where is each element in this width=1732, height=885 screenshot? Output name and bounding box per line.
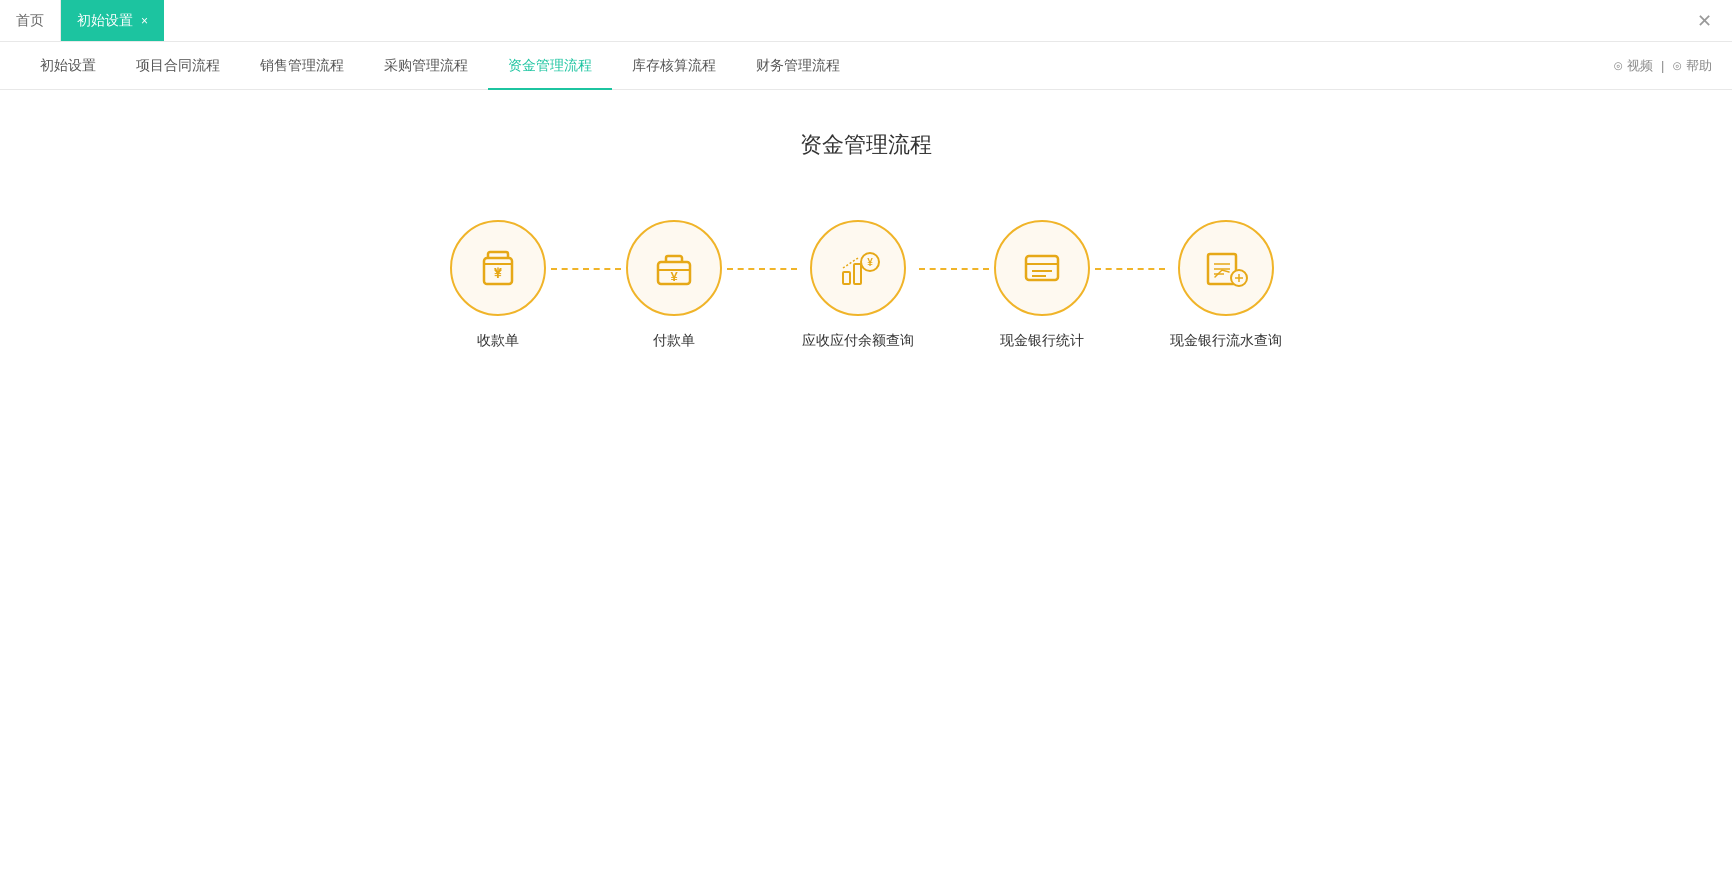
nav-right-actions: ⊙ 视频 | ⊙ 帮助 (1613, 57, 1712, 75)
connector-line-4 (1095, 268, 1165, 270)
balance-label: 应收应付余额查询 (802, 332, 914, 350)
connector-4 (1090, 268, 1170, 302)
home-tab[interactable]: 首页 (0, 0, 61, 41)
close-tab-icon[interactable]: × (141, 14, 148, 28)
cashbank-icon-circle (994, 220, 1090, 316)
help-link[interactable]: ⊙ 帮助 (1672, 57, 1712, 75)
cashbank-icon (1018, 244, 1066, 292)
receipt-icon-circle: ¥ (450, 220, 546, 316)
connector-3 (914, 268, 994, 302)
connector-2 (722, 268, 802, 302)
receipt-icon: ¥ (474, 244, 522, 292)
nav-item-capital[interactable]: 资金管理流程 (488, 42, 612, 90)
connector-line-1 (551, 268, 621, 270)
flow-item-payment[interactable]: ¥ 付款单 (626, 220, 722, 350)
svg-rect-6 (843, 272, 850, 284)
svg-text:¥: ¥ (867, 257, 873, 268)
statement-label: 现金银行流水查询 (1170, 332, 1282, 350)
svg-rect-7 (854, 264, 861, 284)
main-content: 资金管理流程 ¥ 收款单 (0, 90, 1732, 390)
nav-item-initial[interactable]: 初始设置 (20, 42, 116, 90)
flow-item-balance[interactable]: ¥ 应收应付余额查询 (802, 220, 914, 350)
receipt-label: 收款单 (477, 332, 519, 350)
payment-label: 付款单 (653, 332, 695, 350)
nav-bar: 初始设置 项目合同流程 销售管理流程 采购管理流程 资金管理流程 库存核算流程 … (0, 42, 1732, 90)
flow-item-cashbank[interactable]: 现金银行统计 (994, 220, 1090, 350)
video-link[interactable]: ⊙ 视频 (1613, 57, 1653, 75)
payment-icon-circle: ¥ (626, 220, 722, 316)
flow-item-receipt[interactable]: ¥ 收款单 (450, 220, 546, 350)
nav-item-project[interactable]: 项目合同流程 (116, 42, 240, 90)
cashbank-label: 现金银行统计 (1000, 332, 1084, 350)
nav-item-inventory[interactable]: 库存核算流程 (612, 42, 736, 90)
connector-1 (546, 268, 626, 302)
statement-icon (1202, 244, 1250, 292)
statement-icon-circle (1178, 220, 1274, 316)
balance-icon-circle: ¥ (810, 220, 906, 316)
connector-line-2 (727, 268, 797, 270)
nav-item-finance[interactable]: 财务管理流程 (736, 42, 860, 90)
window-close-button[interactable]: ✕ (1677, 0, 1732, 41)
separator: | (1661, 58, 1664, 73)
payment-icon: ¥ (650, 244, 698, 292)
nav-item-sales[interactable]: 销售管理流程 (240, 42, 364, 90)
active-tab-label: 初始设置 (77, 12, 133, 30)
balance-icon: ¥ (834, 244, 882, 292)
page-title: 资金管理流程 (20, 130, 1712, 160)
active-tab[interactable]: 初始设置 × (61, 0, 164, 41)
connector-line-3 (919, 268, 989, 270)
top-bar: 首页 初始设置 × ✕ (0, 0, 1732, 42)
nav-item-purchase[interactable]: 采购管理流程 (364, 42, 488, 90)
flow-item-statement[interactable]: 现金银行流水查询 (1170, 220, 1282, 350)
svg-text:¥: ¥ (670, 269, 678, 284)
flow-container: ¥ 收款单 ¥ 付款单 (20, 220, 1712, 350)
